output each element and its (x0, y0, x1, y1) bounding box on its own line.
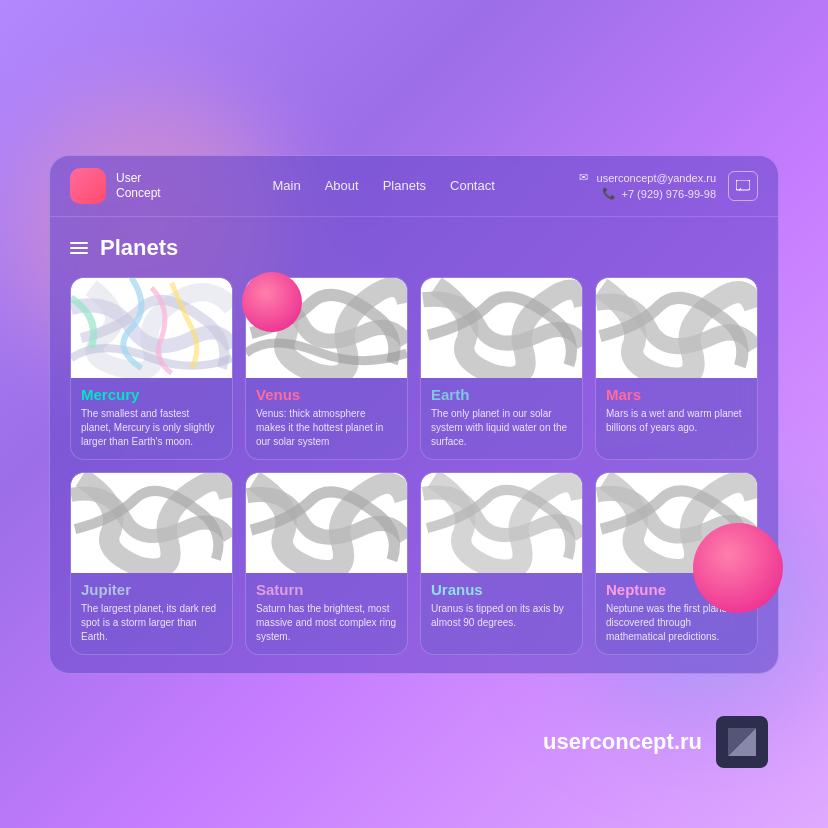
planet-card-neptune[interactable]: Neptune Neptune was the first planet dis… (595, 472, 758, 655)
saturn-name: Saturn (256, 581, 397, 598)
mars-body: Mars Mars is a wet and warm planet billi… (596, 378, 757, 445)
neptune-image (596, 473, 757, 573)
navbar: User Concept Main About Planets Contact … (50, 156, 778, 217)
main-content: Planets (50, 217, 778, 673)
nav-contact[interactable]: Contact (450, 178, 495, 193)
uranus-desc: Uranus is tipped on its axis by almost 9… (431, 602, 572, 630)
planet-card-jupiter[interactable]: Jupiter The largest planet, its dark red… (70, 472, 233, 655)
saturn-image (246, 473, 407, 573)
nav-email: ✉ userconcept@yandex.ru (577, 171, 716, 185)
chat-button[interactable] (728, 171, 758, 201)
logo-bottom: Concept (116, 186, 161, 200)
page-title: Planets (100, 235, 178, 261)
planet-card-earth[interactable]: Earth The only planet in our solar syste… (420, 277, 583, 460)
email-icon: ✉ (577, 171, 591, 185)
footer: userconcept.ru (543, 716, 768, 768)
phone-icon: 📞 (602, 187, 616, 201)
planet-card-mars[interactable]: Mars Mars is a wet and warm planet billi… (595, 277, 758, 460)
planet-card-saturn[interactable]: Saturn Saturn has the brightest, most ma… (245, 472, 408, 655)
uranus-image (421, 473, 582, 573)
logo-text: User Concept (116, 171, 161, 200)
mars-desc: Mars is a wet and warm planet billions o… (606, 407, 747, 435)
jupiter-image (71, 473, 232, 573)
mercury-desc: The smallest and fastest planet, Mercury… (81, 407, 222, 449)
neptune-desc: Neptune was the first planet discovered … (606, 602, 747, 644)
nav-links: Main About Planets Contact (191, 178, 577, 193)
mars-image (596, 278, 757, 378)
logo[interactable]: User Concept (70, 168, 161, 204)
mercury-body: Mercury The smallest and fastest planet,… (71, 378, 232, 459)
logo-top: User (116, 171, 161, 185)
footer-logo-box (716, 716, 768, 768)
mercury-name: Mercury (81, 386, 222, 403)
nav-main[interactable]: Main (272, 178, 300, 193)
planet-card-mercury[interactable]: Mercury The smallest and fastest planet,… (70, 277, 233, 460)
venus-name: Venus (256, 386, 397, 403)
nav-contact-info: ✉ userconcept@yandex.ru 📞 +7 (929) 976-9… (577, 171, 716, 201)
main-card: User Concept Main About Planets Contact … (49, 155, 779, 674)
email-text: userconcept@yandex.ru (597, 172, 716, 184)
earth-body: Earth The only planet in our solar syste… (421, 378, 582, 459)
planet-card-uranus[interactable]: Uranus Uranus is tipped on its axis by a… (420, 472, 583, 655)
earth-name: Earth (431, 386, 572, 403)
hamburger-menu[interactable] (70, 242, 88, 254)
nav-planets[interactable]: Planets (383, 178, 426, 193)
footer-brand: userconcept.ru (543, 729, 702, 755)
jupiter-desc: The largest planet, its dark red spot is… (81, 602, 222, 644)
planets-grid: Mercury The smallest and fastest planet,… (70, 277, 758, 655)
jupiter-body: Jupiter The largest planet, its dark red… (71, 573, 232, 654)
logo-icon (70, 168, 106, 204)
phone-text: +7 (929) 976-99-98 (622, 188, 716, 200)
mercury-image (71, 278, 232, 378)
neptune-body: Neptune Neptune was the first planet dis… (596, 573, 757, 654)
mars-name: Mars (606, 386, 747, 403)
outer-wrapper: User Concept Main About Planets Contact … (0, 0, 828, 828)
nav-phone: 📞 +7 (929) 976-99-98 (602, 187, 716, 201)
saturn-body: Saturn Saturn has the brightest, most ma… (246, 573, 407, 654)
neptune-name: Neptune (606, 581, 747, 598)
planet-card-venus[interactable]: Venus Venus: thick atmosphere makes it t… (245, 277, 408, 460)
nav-about[interactable]: About (325, 178, 359, 193)
uranus-body: Uranus Uranus is tipped on its axis by a… (421, 573, 582, 640)
page-header: Planets (70, 235, 758, 261)
venus-image (246, 278, 407, 378)
uranus-name: Uranus (431, 581, 572, 598)
saturn-desc: Saturn has the brightest, most massive a… (256, 602, 397, 644)
venus-desc: Venus: thick atmosphere makes it the hot… (256, 407, 397, 449)
earth-image (421, 278, 582, 378)
svg-rect-0 (736, 180, 750, 190)
jupiter-name: Jupiter (81, 581, 222, 598)
earth-desc: The only planet in our solar system with… (431, 407, 572, 449)
venus-body: Venus Venus: thick atmosphere makes it t… (246, 378, 407, 459)
